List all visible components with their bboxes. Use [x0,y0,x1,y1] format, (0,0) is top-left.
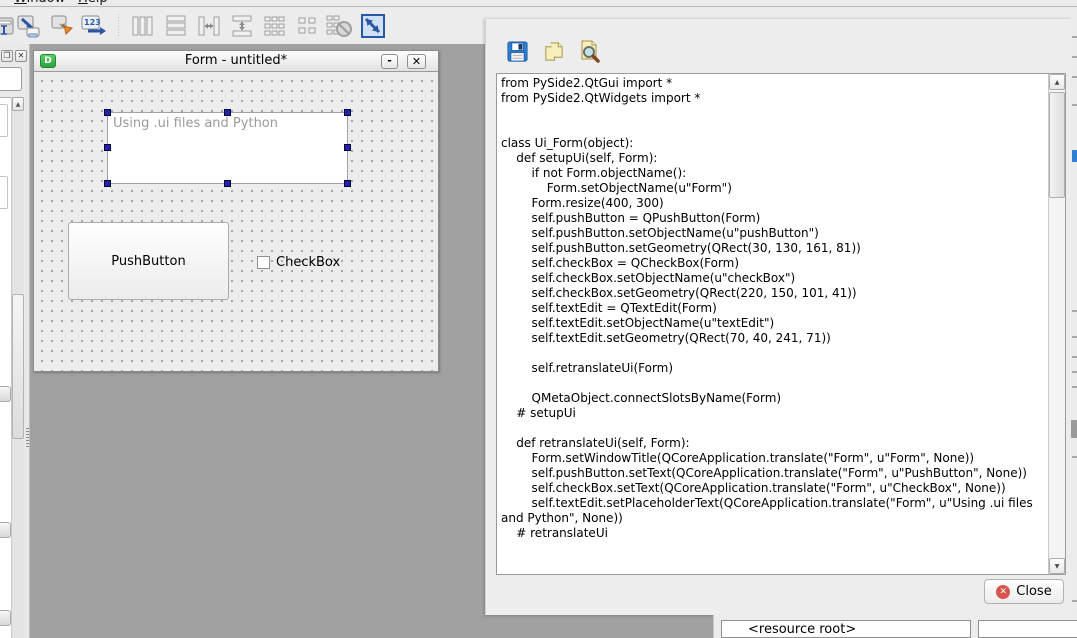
textedit-widget[interactable]: Using .ui files and Python [107,112,348,184]
svg-text:123: 123 [84,18,101,27]
resource-root-item[interactable]: <resource root> [721,620,971,638]
checkbox-box[interactable] [257,256,270,269]
right-panel-selection-mark [1072,150,1077,162]
resource-root-label: <resource root> [748,622,856,637]
checkbox-label: CheckBox [276,255,340,270]
selection-handle-nw[interactable] [104,109,111,116]
minimize-button[interactable]: - [381,54,398,69]
code-view[interactable]: from PySide2.QtGui import * from PySide2… [496,73,1066,575]
adjust-size-icon[interactable] [359,12,387,40]
selection-handle-sw[interactable] [104,180,111,187]
widget-box-dock: ❐ ✕ ▲ [0,44,30,638]
close-window-button[interactable]: ✕ [407,54,426,69]
widget-box-category[interactable] [0,522,11,538]
selection-handle-e[interactable] [344,144,351,151]
dock-close-icon[interactable]: ✕ [15,50,27,62]
form-window-title: Form - untitled* [34,53,438,68]
form-canvas[interactable]: Using .ui files and Python PushButton Ch… [35,72,437,371]
widget-filter-input[interactable] [0,67,22,91]
checkbox-widget[interactable]: CheckBox [257,255,340,269]
resource-detail-box[interactable] [978,620,1077,638]
layout-horizontal-icon[interactable] [129,12,157,40]
copy-icon[interactable] [540,38,566,64]
textedit-placeholder: Using .ui files and Python [113,116,278,131]
toolbar-separator [118,14,120,38]
scrollbar-thumb[interactable] [12,294,24,439]
selection-handle-w[interactable] [104,144,111,151]
widget-box-category[interactable] [0,386,11,402]
break-layout-icon[interactable] [325,12,353,40]
layout-horizontal-splitter-icon[interactable] [195,12,223,40]
close-icon: ✕ [996,585,1010,599]
form-window-titlebar[interactable]: D Form - untitled* - ✕ [34,51,438,72]
save-icon[interactable] [504,38,530,64]
main-toolbar: 123 [0,8,485,44]
scrollbar-thumb[interactable] [1049,92,1065,198]
menu-bar: Window Help [0,0,1077,7]
selection-handle-s[interactable] [224,180,231,187]
layout-form-icon[interactable] [294,12,322,40]
dialog-toolbar [504,38,602,64]
layout-vertical-icon[interactable] [162,12,190,40]
widget-box-list [0,97,11,638]
code-scrollbar[interactable]: ▲ ▼ [1048,74,1065,574]
dock-splitter-handle[interactable] [26,428,29,448]
dock-float-icon[interactable]: ❐ [1,50,13,62]
widget-box-category[interactable] [0,610,11,626]
widget-box-item[interactable] [0,176,8,209]
edit-tab-order-icon[interactable]: 123 [80,12,108,40]
widget-box-item[interactable] [0,104,8,137]
selection-handle-se[interactable] [344,180,351,187]
scroll-down-icon[interactable]: ▼ [1049,558,1065,574]
edit-buddies-icon[interactable] [49,12,77,40]
find-icon[interactable] [576,38,602,64]
menu-help[interactable]: Help [78,0,108,6]
layout-grid-icon[interactable] [261,12,289,40]
scroll-up-icon[interactable]: ▲ [1049,74,1065,90]
close-button[interactable]: ✕ Close [984,579,1064,604]
code-text: from PySide2.QtGui import * from PySide2… [501,76,1044,572]
pushbutton-widget[interactable]: PushButton [68,222,229,300]
close-button-label: Close [1016,584,1051,599]
resource-browser: <resource root> [713,615,1077,638]
code-preview-dialog: from PySide2.QtGui import * from PySide2… [485,18,1070,615]
edit-signals-slots-icon[interactable] [15,12,43,40]
right-panel-edge [1070,18,1077,615]
qt-designer-screen: Window Help 123 [0,0,1077,638]
widget-box-scrollbar[interactable]: ▲ [11,97,24,638]
menu-window[interactable]: Window [14,0,65,6]
selection-handle-ne[interactable] [344,109,351,116]
selection-handle-n[interactable] [224,109,231,116]
scroll-up-icon[interactable]: ▲ [12,97,24,111]
form-window: D Form - untitled* - ✕ Using .ui files a… [33,50,439,372]
layout-vertical-splitter-icon[interactable] [228,12,256,40]
